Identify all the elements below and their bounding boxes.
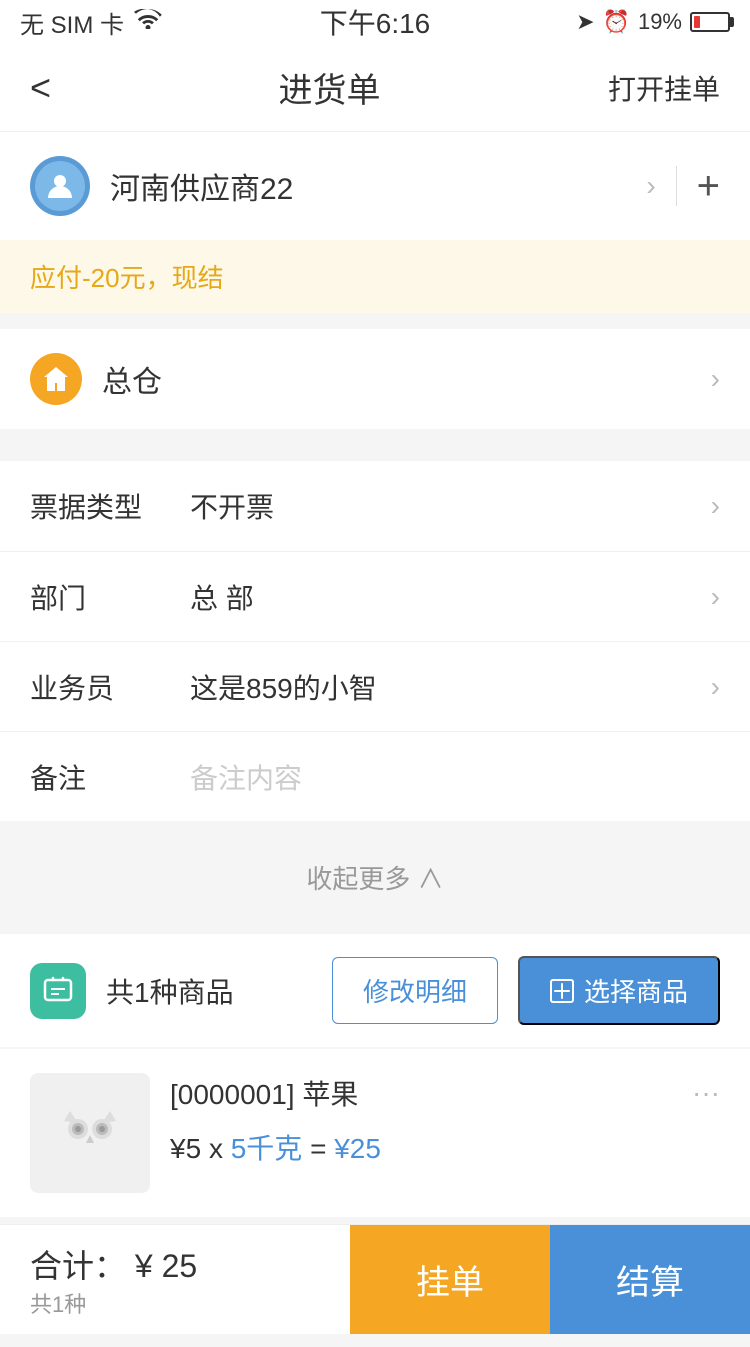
product-title: 苹果 — [302, 1079, 358, 1110]
warehouse-icon — [30, 353, 82, 405]
total-amount: 合计： ¥ 25 — [30, 1241, 320, 1287]
product-name: [0000001] 苹果 — [170, 1073, 672, 1113]
total-value: ¥ 25 — [135, 1248, 197, 1284]
product-section-icon — [30, 963, 86, 1019]
status-bar: 无 SIM 卡 下午6:16 ➤ ⏰ 19% — [0, 0, 750, 44]
select-product-button[interactable]: 选择商品 — [518, 956, 720, 1025]
product-info: [0000001] 苹果 ¥5 x 5千克 = ¥25 — [170, 1073, 672, 1167]
notice-bar: 应付-20元，现结 — [0, 240, 750, 313]
carrier-label: 无 SIM 卡 — [20, 5, 124, 40]
invoice-value: 不开票 — [170, 486, 711, 526]
collapse-bar[interactable]: 收起更多 ∧ — [0, 837, 750, 918]
nav-bar: < 进货单 打开挂单 — [0, 44, 750, 132]
department-value: 总 部 — [170, 577, 711, 617]
cart-icon — [43, 976, 73, 1006]
home-icon — [42, 365, 70, 393]
salesman-label: 业务员 — [30, 667, 170, 707]
remark-label: 备注 — [30, 757, 170, 797]
product-header: 共1种商品 修改明细 选择商品 — [0, 934, 750, 1047]
warehouse-section: 总仓 › — [0, 329, 750, 429]
multiply-label: x — [209, 1133, 223, 1164]
department-label: 部门 — [30, 577, 170, 617]
collapse-label: 收起更多 ∧ — [306, 864, 443, 894]
wifi-icon — [134, 8, 162, 36]
add-supplier-button[interactable]: + — [697, 164, 720, 209]
status-right: ➤ ⏰ 19% — [576, 9, 730, 35]
notice-text: 应付-20元，现结 — [30, 263, 224, 293]
product-thumb-owl — [50, 1093, 130, 1173]
warehouse-name: 总仓 — [102, 357, 711, 401]
equals-label: = — [310, 1133, 326, 1164]
invoice-chevron: › — [711, 490, 720, 522]
warehouse-row[interactable]: 总仓 › — [0, 329, 750, 429]
price-unit: ¥5 — [170, 1133, 201, 1164]
salesman-value: 这是859的小智 — [170, 667, 711, 707]
department-row[interactable]: 部门 总 部 › — [0, 551, 750, 641]
total-section: 合计： ¥ 25 共1种 — [0, 1225, 350, 1334]
quantity-label: 5千克 — [231, 1133, 303, 1164]
open-pending-button[interactable]: 打开挂单 — [608, 68, 720, 108]
checkout-button[interactable]: 结算 — [550, 1225, 750, 1334]
remark-row[interactable]: 备注 备注内容 — [0, 731, 750, 821]
salesman-row[interactable]: 业务员 这是859的小智 › — [0, 641, 750, 731]
battery-percent: 19% — [638, 9, 682, 35]
warehouse-chevron: › — [711, 363, 720, 395]
edit-detail-button[interactable]: 修改明细 — [332, 957, 498, 1024]
pending-button[interactable]: 挂单 — [350, 1225, 550, 1334]
page-title: 进货单 — [279, 63, 381, 112]
salesman-chevron: › — [711, 671, 720, 703]
product-price: ¥5 x 5千克 = ¥25 — [170, 1127, 672, 1167]
total-count: 共1种 — [30, 1287, 320, 1319]
alarm-icon: ⏰ — [603, 9, 630, 35]
bottom-bar: 合计： ¥ 25 共1种 挂单 结算 — [0, 1224, 750, 1334]
total-price: ¥25 — [334, 1133, 381, 1164]
invoice-row[interactable]: 票据类型 不开票 › — [0, 461, 750, 551]
divider — [676, 166, 677, 206]
product-item: [0000001] 苹果 ¥5 x 5千克 = ¥25 ··· — [0, 1049, 750, 1217]
back-button[interactable]: < — [30, 67, 51, 109]
select-icon — [550, 979, 574, 1003]
battery-icon — [690, 12, 730, 32]
select-product-label: 选择商品 — [584, 972, 688, 1009]
supplier-row[interactable]: 河南供应商22 › + — [0, 132, 750, 240]
total-label: 合计： — [30, 1248, 126, 1284]
location-icon: ➤ — [576, 9, 594, 35]
status-left: 无 SIM 卡 — [20, 5, 162, 40]
supplier-name: 河南供应商22 — [110, 164, 646, 208]
supplier-avatar — [30, 156, 90, 216]
product-code: [0000001] — [170, 1079, 295, 1110]
department-chevron: › — [711, 581, 720, 613]
supplier-section: 河南供应商22 › + 应付-20元，现结 — [0, 132, 750, 313]
person-icon — [44, 170, 76, 202]
product-thumbnail — [30, 1073, 150, 1193]
status-time: 下午6:16 — [320, 2, 431, 42]
invoice-label: 票据类型 — [30, 486, 170, 526]
remark-input[interactable]: 备注内容 — [170, 757, 720, 797]
product-more-button[interactable]: ··· — [692, 1077, 720, 1109]
form-section: 票据类型 不开票 › 部门 总 部 › 业务员 这是859的小智 › 备注 备注… — [0, 461, 750, 821]
supplier-chevron: › — [646, 170, 655, 202]
product-count: 共1种商品 — [106, 971, 312, 1011]
